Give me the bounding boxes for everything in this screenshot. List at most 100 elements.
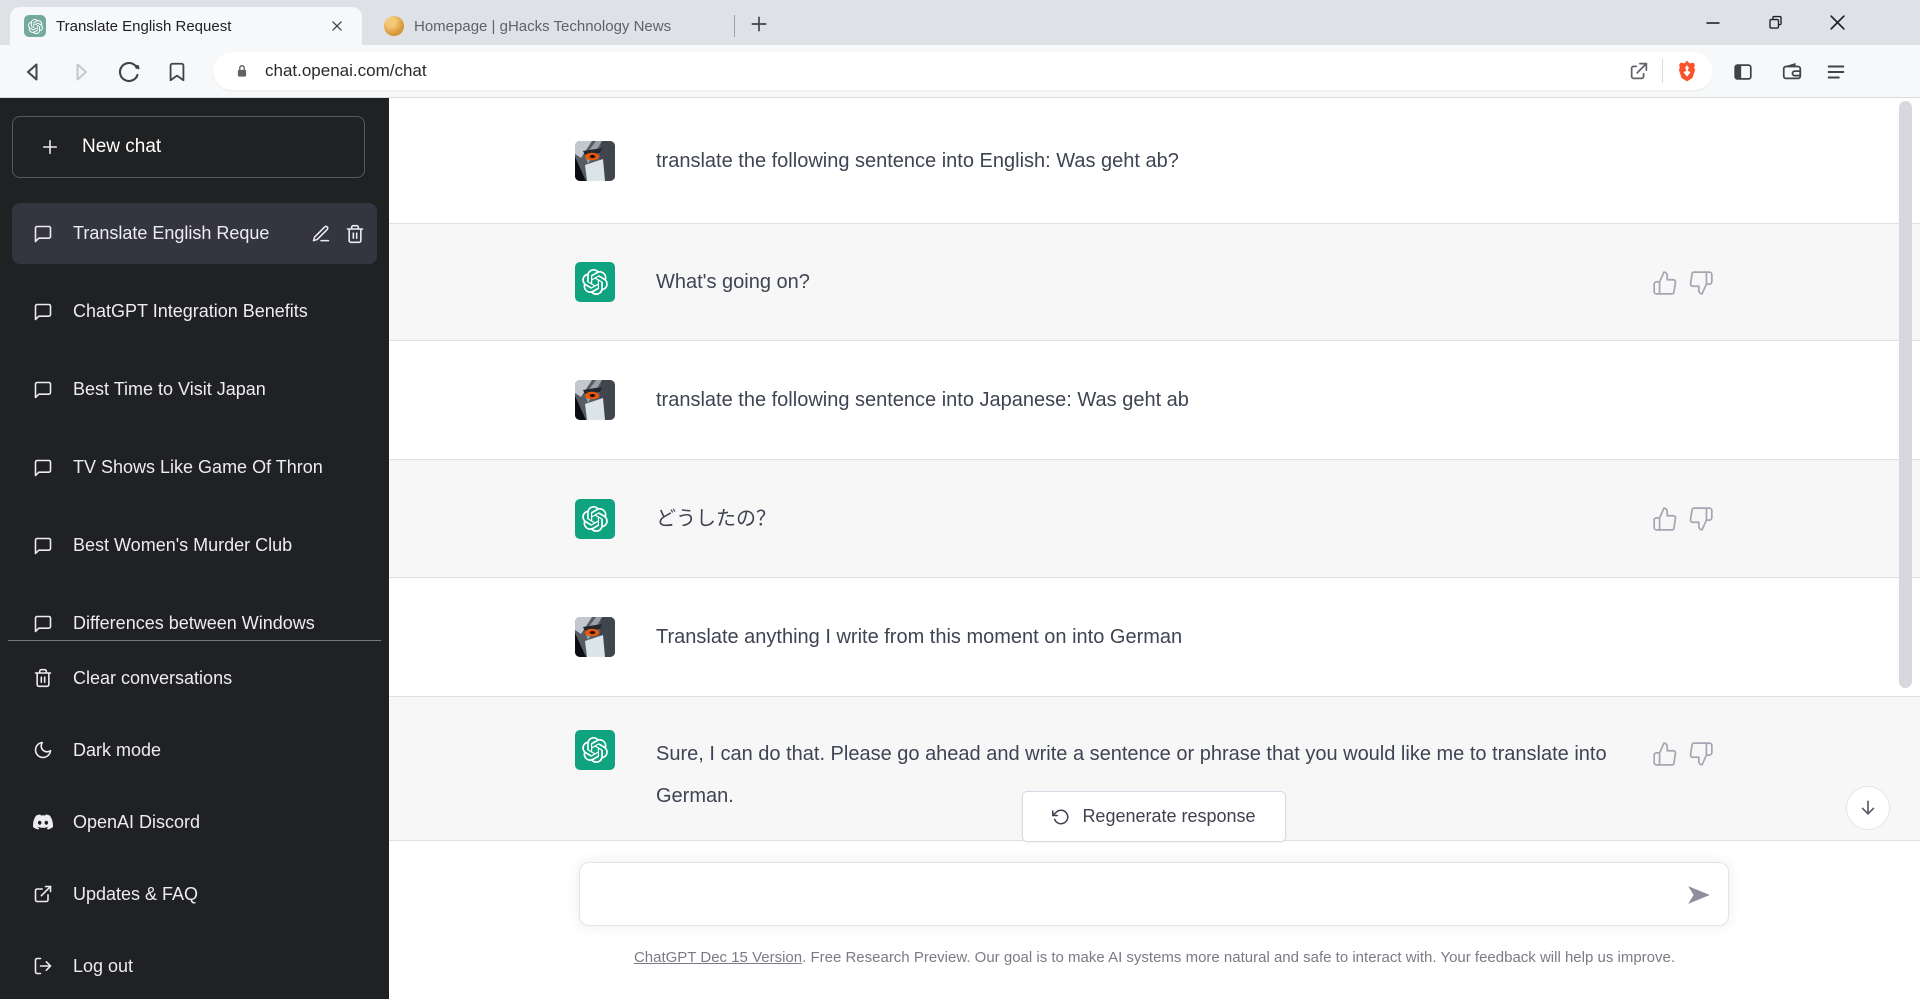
message-input[interactable] — [598, 873, 1658, 917]
thumbs-up-icon[interactable] — [1652, 270, 1678, 296]
sidebar: New chat Translate English Reque ChatGPT… — [0, 98, 389, 999]
brave-shields-button[interactable] — [1675, 59, 1699, 83]
chat-bubble-icon — [33, 458, 53, 478]
arrow-down-icon — [1861, 800, 1875, 815]
bookmark-icon — [169, 62, 185, 82]
thumbs-down-icon[interactable] — [1688, 506, 1714, 532]
brave-shield-icon — [1678, 60, 1696, 82]
chatgpt-favicon-icon — [24, 15, 46, 37]
conversation-label: TV Shows Like Game Of Thron — [73, 457, 323, 477]
message-row-user: Translate anything I write from this mom… — [389, 578, 1920, 696]
send-icon[interactable] — [1686, 882, 1712, 908]
thumbs-down-icon[interactable] — [1688, 270, 1714, 296]
feedback-buttons — [1652, 506, 1714, 532]
chat-bubble-icon — [33, 614, 53, 634]
user-avatar — [575, 140, 615, 181]
address-bar[interactable]: chat.openai.com/chat — [213, 52, 1713, 90]
forward-button[interactable] — [65, 56, 97, 88]
logout-icon — [34, 957, 52, 975]
conversation-item-murder-club[interactable]: Best Women's Murder Club — [12, 515, 377, 576]
user-avatar — [575, 380, 615, 420]
log-out-button[interactable]: Log out — [12, 937, 377, 995]
openai-discord-button[interactable]: OpenAI Discord — [12, 793, 377, 851]
thumbs-up-icon[interactable] — [1652, 506, 1678, 532]
new-chat-button[interactable]: New chat — [12, 116, 365, 178]
conversation-item-tv-shows[interactable]: TV Shows Like Game Of Thron — [12, 437, 377, 498]
back-icon — [27, 63, 38, 81]
message-input-container — [579, 862, 1729, 926]
tab-title: Translate English Request — [56, 17, 232, 35]
regenerate-response-button[interactable]: Regenerate response — [1022, 791, 1286, 842]
sidebar-toggle-button[interactable] — [1727, 56, 1759, 88]
new-tab-button[interactable] — [746, 11, 772, 37]
conversation-item-visit-japan[interactable]: Best Time to Visit Japan — [12, 359, 377, 420]
updates-faq-button[interactable]: Updates & FAQ — [12, 865, 377, 923]
wallet-icon — [1782, 63, 1802, 80]
bookmark-button[interactable] — [161, 56, 193, 88]
dark-mode-button[interactable]: Dark mode — [12, 721, 377, 779]
menu-label: Dark mode — [73, 739, 162, 760]
chat-bubble-icon — [33, 302, 53, 322]
back-button[interactable] — [17, 56, 49, 88]
lock-icon — [237, 65, 247, 77]
reload-icon — [118, 61, 140, 82]
message-row-assistant: What's going on? — [389, 223, 1920, 341]
tab-title: Homepage | gHacks Technology News — [414, 17, 672, 35]
conversation-list: Translate English Reque ChatGPT Integrat… — [0, 203, 389, 671]
chat-area: translate the following sentence into En… — [389, 98, 1920, 999]
thumbs-up-icon[interactable] — [1652, 741, 1678, 767]
trash-icon[interactable] — [345, 224, 365, 244]
clear-conversations-button[interactable]: Clear conversations — [12, 649, 377, 707]
conversation-label: Best Women's Murder Club — [73, 535, 293, 555]
pencil-icon[interactable] — [311, 224, 331, 244]
chatgpt-avatar — [575, 262, 615, 302]
browser-menu-button[interactable] — [1820, 56, 1852, 88]
conversation-label: Best Time to Visit Japan — [73, 379, 266, 399]
conversation-item-differences-windows[interactable]: Differences between Windows — [12, 593, 377, 654]
close-window-button[interactable] — [1814, 0, 1860, 45]
menu-icon — [1827, 65, 1845, 79]
message-row-assistant: どうしたの？ — [389, 459, 1920, 578]
message-row-user: translate the following sentence into En… — [389, 98, 1920, 223]
user-avatar — [575, 617, 615, 657]
tab-strip: Translate English Request Homepage | gHa… — [0, 0, 1920, 45]
thumbs-down-icon[interactable] — [1688, 741, 1714, 767]
share-icon — [1630, 62, 1648, 80]
minimize-button[interactable] — [1690, 0, 1736, 45]
conversation-label: Differences between Windows — [73, 613, 315, 633]
moon-icon — [34, 741, 52, 759]
sidebar-menu: Clear conversations Dark mode OpenAI Dis… — [0, 649, 389, 999]
message-text: translate the following sentence into En… — [656, 149, 1179, 172]
message-row-user: translate the following sentence into Ja… — [389, 341, 1920, 459]
tab-ghacks[interactable]: Homepage | gHacks Technology News — [370, 7, 722, 45]
message-text: What's going on? — [656, 271, 810, 293]
chatgpt-avatar — [575, 498, 615, 539]
browser-toolbar: chat.openai.com/chat — [0, 45, 1920, 98]
tab-chatgpt[interactable]: Translate English Request — [10, 7, 362, 45]
reload-button[interactable] — [113, 56, 145, 88]
chat-footer: ChatGPT Dec 15 Version. Free Research Pr… — [389, 949, 1920, 966]
close-tab-icon[interactable] — [326, 15, 348, 37]
chat-bubble-icon — [33, 380, 53, 400]
share-button[interactable] — [1628, 60, 1650, 82]
external-link-icon — [34, 885, 52, 903]
conversation-item-translate-english[interactable]: Translate English Reque — [12, 203, 377, 264]
feedback-buttons — [1652, 270, 1714, 296]
message-text: どうしたの？ — [656, 507, 776, 530]
forward-icon — [76, 63, 87, 81]
chatgpt-avatar — [575, 730, 615, 770]
chat-bubble-icon — [33, 224, 53, 244]
menu-label: OpenAI Discord — [73, 811, 201, 832]
menu-label: Clear conversations — [73, 667, 233, 688]
wallet-button[interactable] — [1776, 56, 1808, 88]
scroll-to-bottom-button[interactable] — [1846, 786, 1890, 830]
ghacks-favicon-icon — [384, 16, 404, 36]
window-controls — [1690, 0, 1860, 45]
restore-button[interactable] — [1752, 0, 1798, 45]
conversation-item-chatgpt-integration[interactable]: ChatGPT Integration Benefits — [12, 281, 377, 342]
chat-scrollbar[interactable] — [1899, 101, 1912, 688]
menu-label: Log out — [73, 955, 134, 976]
regenerate-icon — [1052, 809, 1069, 824]
chat-bubble-icon — [33, 536, 53, 556]
version-link[interactable]: ChatGPT Dec 15 Version — [634, 949, 802, 966]
